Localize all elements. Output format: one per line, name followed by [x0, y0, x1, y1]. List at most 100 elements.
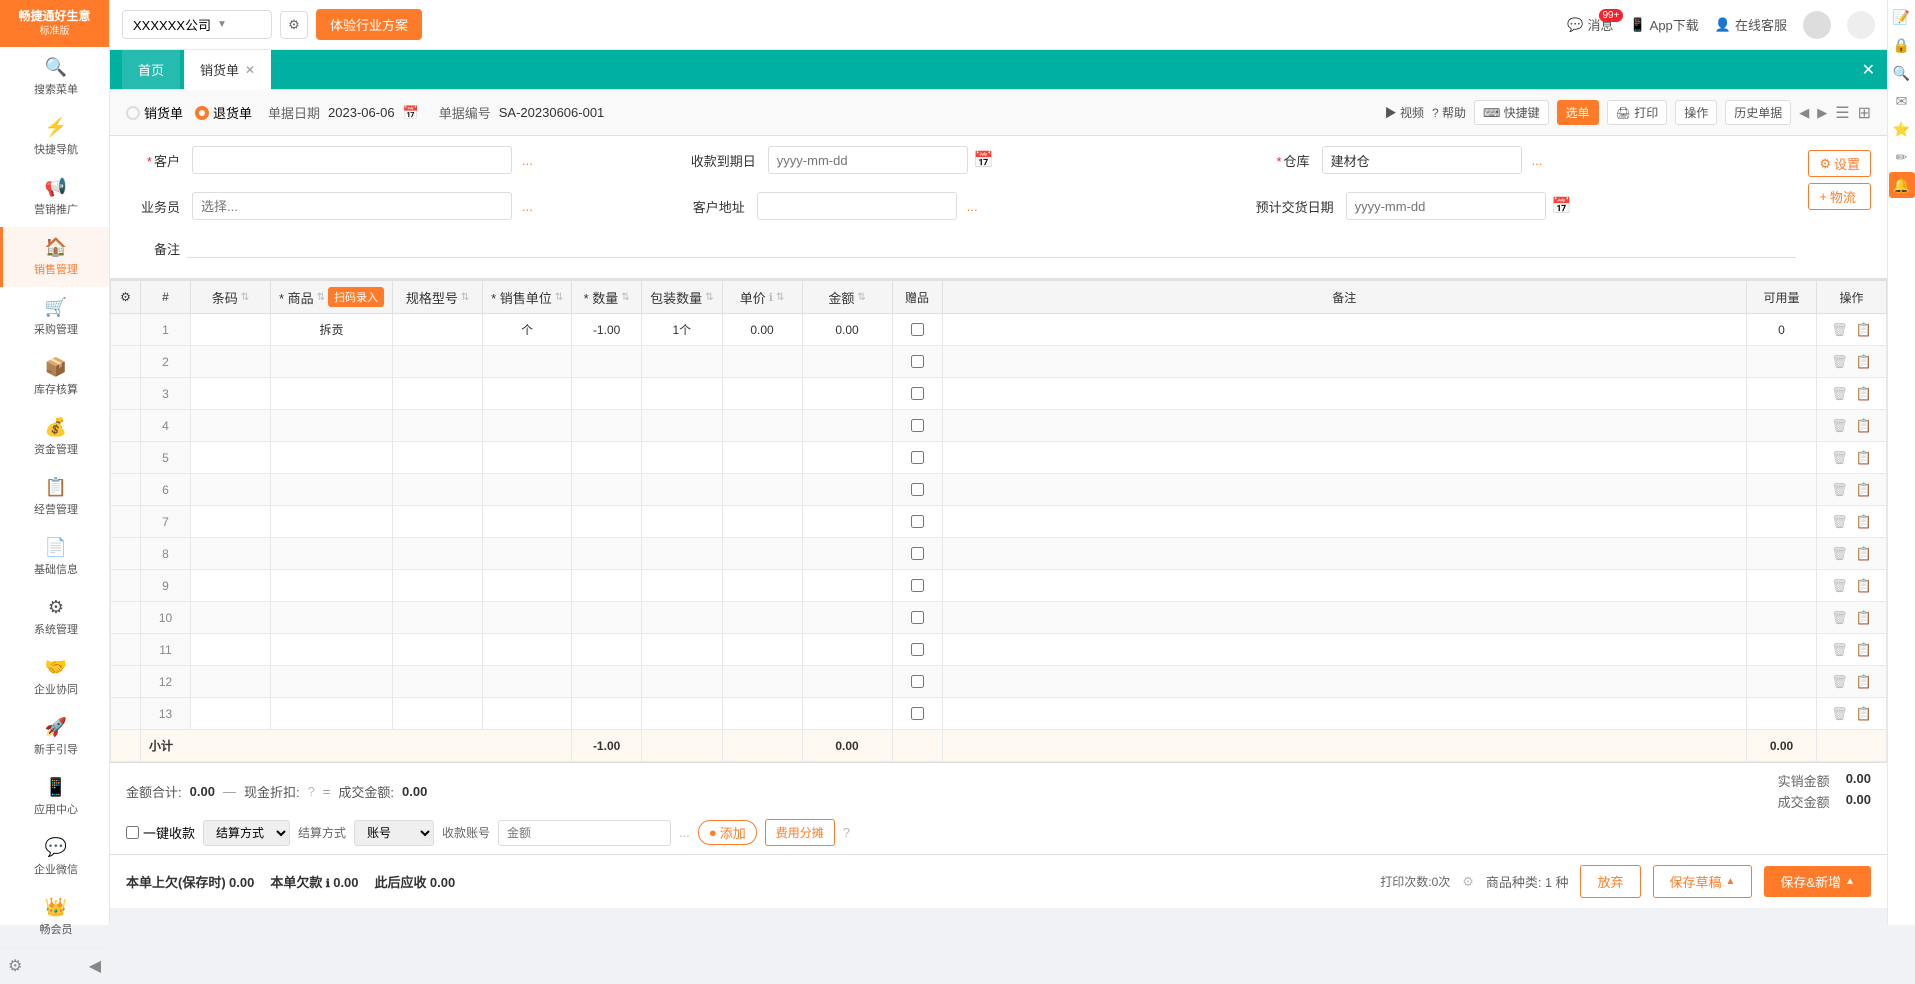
gift-cell[interactable] [892, 314, 942, 346]
copy-icon[interactable]: 📋 [1856, 322, 1872, 338]
form-settings-button[interactable]: ⚙ 设置 [1808, 150, 1871, 177]
sidebar-settings-icon[interactable]: ⚙ [8, 956, 22, 976]
copy-icon[interactable]: 📋 [1856, 706, 1872, 722]
product-cell[interactable]: 拆贡 [271, 314, 393, 346]
sort-icon-product[interactable]: ⇅ [317, 292, 325, 303]
salesperson-input[interactable] [192, 192, 512, 220]
select-btn[interactable]: 选单 [1557, 100, 1599, 125]
copy-icon[interactable]: 📋 [1856, 450, 1872, 466]
amount-cell[interactable]: 0.00 [802, 314, 892, 346]
delete-icon[interactable]: 🗑 [1831, 386, 1848, 402]
save-new-button[interactable]: 保存&新增 ▲ [1764, 866, 1871, 897]
sort-icon-price[interactable]: ⇅ [776, 292, 784, 303]
overdue-info-icon[interactable]: ℹ [326, 878, 330, 890]
delete-icon[interactable]: 🗑 [1831, 514, 1848, 530]
sort-icon-pack[interactable]: ⇅ [705, 292, 713, 303]
one-click-payment-checkbox[interactable]: 一键收款 [126, 823, 195, 842]
unit-cell[interactable]: 个 [483, 314, 572, 346]
right-icon-search[interactable]: 🔍 [1889, 60, 1915, 86]
sidebar-item-marketing[interactable]: 📢 营销推广 [0, 167, 109, 227]
copy-icon[interactable]: 📋 [1856, 546, 1872, 562]
copy-icon[interactable]: 📋 [1856, 642, 1872, 658]
video-link[interactable]: ▶ 视频 [1385, 104, 1424, 121]
tab-home[interactable]: 首页 [122, 50, 180, 90]
gift-checkbox[interactable] [911, 611, 924, 624]
next-icon[interactable]: ▶ [1817, 105, 1827, 121]
gift-checkbox[interactable] [911, 451, 924, 464]
app-download-button[interactable]: 📱 App下载 [1629, 15, 1698, 34]
gift-checkbox[interactable] [911, 643, 924, 656]
sidebar-item-collab[interactable]: 🤝 企业协同 [0, 647, 109, 707]
expense-button[interactable]: 费用分摊 [765, 819, 835, 846]
gift-checkbox[interactable] [911, 515, 924, 528]
salesperson-dots[interactable]: ... [522, 199, 533, 214]
sidebar-collapse-icon[interactable]: ◀ [89, 956, 101, 976]
expense-help-icon[interactable]: ? [843, 825, 850, 840]
sort-icon-qty[interactable]: ⇅ [621, 292, 629, 303]
sort-icon-amount[interactable]: ⇅ [857, 292, 865, 303]
delete-icon[interactable]: 🗑 [1831, 418, 1848, 434]
delete-icon[interactable]: 🗑 [1831, 322, 1848, 338]
company-selector[interactable]: XXXXXX公司 ▼ [122, 10, 272, 39]
radio-sales-order[interactable]: 销货单 [126, 103, 183, 122]
sidebar-item-search[interactable]: 🔍 搜索菜单 [0, 47, 109, 107]
print-settings-icon[interactable]: ⚙ [1462, 874, 1474, 890]
delete-icon[interactable]: 🗑 [1831, 354, 1848, 370]
online-service-button[interactable]: 👤 在线客服 [1715, 15, 1787, 34]
prev-icon[interactable]: ◀ [1799, 105, 1809, 121]
right-icon-pencil[interactable]: ✏ [1889, 144, 1915, 170]
add-button[interactable]: ● 添加 [698, 820, 757, 845]
expected-date-input[interactable] [1346, 192, 1546, 220]
th-settings[interactable]: ⚙ [111, 281, 141, 314]
ops-btn[interactable]: 操作 [1675, 100, 1717, 125]
expected-date-calendar-icon[interactable]: 📅 [1552, 196, 1572, 216]
message-button[interactable]: 💬 消息 99+ [1567, 15, 1613, 34]
list-view-icon[interactable]: ☰ [1835, 103, 1849, 123]
sidebar-item-inventory[interactable]: 📦 库存核算 [0, 347, 109, 407]
gift-checkbox[interactable] [911, 387, 924, 400]
payment-method-select[interactable]: 结算方式 [203, 820, 290, 846]
logistics-button[interactable]: + 物流 [1808, 183, 1871, 210]
delete-icon[interactable]: 🗑 [1831, 546, 1848, 562]
sidebar-item-wechat[interactable]: 💬 企业微信 [0, 827, 109, 887]
sort-icon-unit[interactable]: ⇅ [555, 292, 563, 303]
cash-discount-info-icon[interactable]: ? [308, 784, 315, 799]
delete-icon[interactable]: 🗑 [1831, 482, 1848, 498]
delete-icon[interactable]: 🗑 [1831, 610, 1848, 626]
due-date-input[interactable] [768, 146, 968, 174]
warehouse-dots[interactable]: ... [1532, 153, 1543, 168]
right-icon-mail[interactable]: ✉ [1889, 88, 1915, 114]
gift-checkbox[interactable] [911, 707, 924, 720]
pack-qty-cell[interactable]: 1个 [642, 314, 722, 346]
delete-icon[interactable]: 🗑 [1831, 674, 1848, 690]
due-date-calendar-icon[interactable]: 📅 [974, 150, 994, 170]
copy-icon[interactable]: 📋 [1856, 578, 1872, 594]
gift-checkbox[interactable] [911, 355, 924, 368]
right-icon-lock[interactable]: 🔒 [1889, 32, 1915, 58]
customer-addr-dots[interactable]: ... [967, 199, 978, 214]
tab-close-icon[interactable]: ✕ [245, 63, 255, 77]
right-icon-star[interactable]: ⭐ [1889, 116, 1915, 142]
tab-bar-close-icon[interactable]: ✕ [1862, 60, 1875, 80]
copy-icon[interactable]: 📋 [1856, 674, 1872, 690]
tab-sales-order[interactable]: 销货单 ✕ [184, 50, 271, 90]
right-icon-edit[interactable]: 📝 [1889, 4, 1915, 30]
sidebar-item-sales[interactable]: 🏠 销售管理 [0, 227, 109, 287]
help-link[interactable]: ? 帮助 [1432, 104, 1466, 121]
copy-icon[interactable]: 📋 [1856, 354, 1872, 370]
copy-icon[interactable]: 📋 [1856, 386, 1872, 402]
delete-icon[interactable]: 🗑 [1831, 642, 1848, 658]
gift-checkbox[interactable] [911, 675, 924, 688]
note-input[interactable] [186, 238, 1796, 258]
customer-input[interactable] [192, 146, 512, 174]
delete-icon[interactable]: 🗑 [1831, 578, 1848, 594]
sidebar-item-quick[interactable]: ⚡ 快捷导航 [0, 107, 109, 167]
user-avatar-2[interactable] [1847, 11, 1875, 39]
save-new-chevron-icon[interactable]: ▲ [1845, 876, 1855, 887]
dots-icon[interactable]: ... [679, 825, 690, 840]
shortcut-btn[interactable]: ⌨ 快捷键 [1474, 100, 1549, 125]
gift-checkbox[interactable] [911, 547, 924, 560]
amount-input[interactable] [498, 820, 671, 846]
sidebar-item-purchase[interactable]: 🛒 采购管理 [0, 287, 109, 347]
save-draft-chevron-icon[interactable]: ▲ [1726, 876, 1736, 887]
